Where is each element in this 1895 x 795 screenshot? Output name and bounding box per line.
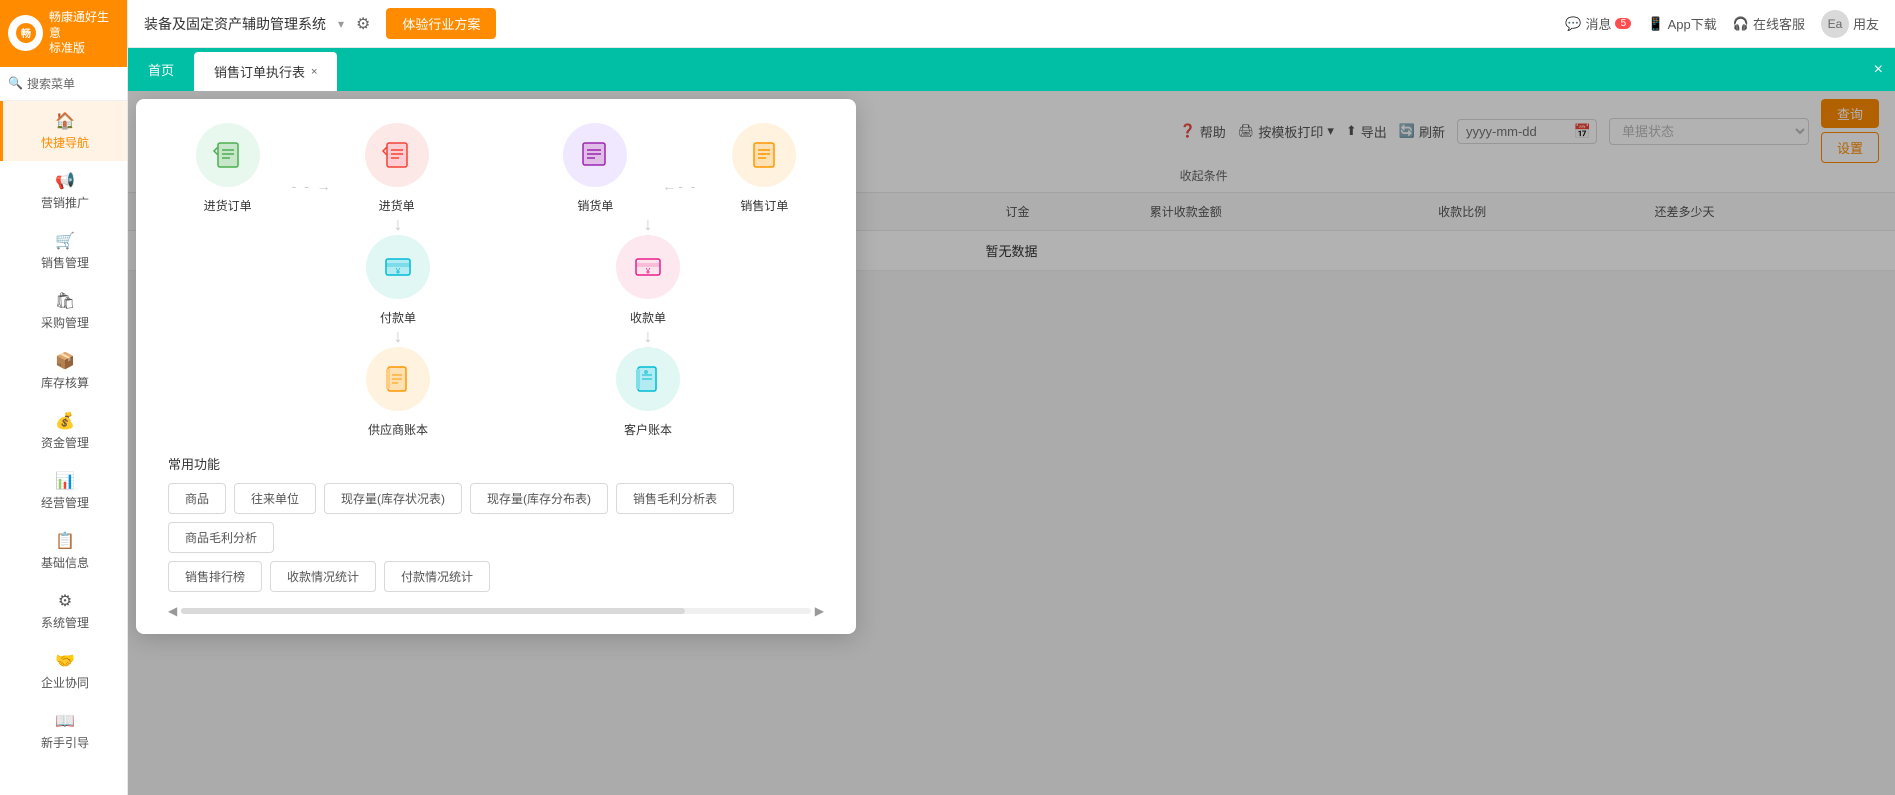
svg-text:¥: ¥ [645,267,651,276]
message-badge: 5 [1615,18,1631,29]
quick-popup: 进货订单 - - → [136,99,856,634]
sidebar-item-sales[interactable]: 🛒 销售管理 [0,221,127,281]
svg-text:¥: ¥ [395,267,401,276]
sales-bill-icon [563,123,627,187]
nav-icon-newbie: 📖 [55,711,75,731]
flow-node-payment[interactable]: ¥ 付款单 [338,235,458,326]
purchase-order-icon [196,123,260,187]
system-title: 装备及固定资产辅助管理系统 [144,14,326,34]
common-functions-section: 常用功能 商品 往来单位 现存量(库存状况表) 现存量(库存分布表) 销售毛利分… [168,454,824,592]
logo-area: 畅 畅康通好生意 标准版 [0,0,127,67]
online-service-button[interactable]: 🎧 在线客服 [1733,14,1805,33]
download-icon: 📱 [1647,16,1663,32]
payment-icon: ¥ [366,235,430,299]
nav-icon-inventory: 📦 [55,351,75,371]
main-content: 装备及固定资产辅助管理系统 ▾ ⚙ 体验行业方案 💬 消息 5 📱 App下载 … [128,0,1895,795]
scroll-right-icon[interactable]: ▶ [815,604,824,618]
common-btn-partners[interactable]: 往来单位 [234,483,316,514]
common-btn-sales-margin[interactable]: 销售毛利分析表 [616,483,734,514]
service-icon: 🎧 [1733,16,1749,32]
header-right: 💬 消息 5 📱 App下载 🎧 在线客服 Ea 用友 [1565,10,1879,38]
sidebar-item-finance[interactable]: 💰 资金管理 [0,401,127,461]
nav-icon-marketing: 📢 [55,171,75,191]
common-functions-title: 常用功能 [168,454,824,473]
user-menu[interactable]: Ea 用友 [1821,10,1879,38]
sidebar-item-operation[interactable]: 📊 经营管理 [0,461,127,521]
customer-ledger-icon [616,347,680,411]
content-area: ❓ 帮助 🖨 按模板打印 ▾ ⬆ 导出 🔄 [128,91,1895,795]
common-btn-goods-margin[interactable]: 商品毛利分析 [168,522,274,553]
svg-text:畅: 畅 [21,27,31,40]
search-icon: 🔍 [8,76,23,90]
message-icon: 💬 [1565,16,1581,32]
dropdown-arrow-icon[interactable]: ▾ [338,17,344,31]
top-header: 装备及固定资产辅助管理系统 ▾ ⚙ 体验行业方案 💬 消息 5 📱 App下载 … [128,0,1895,48]
common-btn-receipt-stats[interactable]: 收款情况统计 [270,561,376,592]
sidebar-item-basic[interactable]: 📋 基础信息 [0,521,127,581]
nav-icon-purchase: 🛍 [55,291,75,311]
nav-icon-system: ⚙ [58,591,72,611]
sidebar-item-system[interactable]: ⚙ 系统管理 [0,581,127,641]
scroll-thumb[interactable] [181,608,685,614]
sidebar-nav: 🏠 快捷导航 📢 营销推广 🛒 销售管理 🛍 采购管理 📦 库存核算 💰 [0,101,127,795]
common-btn-payment-stats[interactable]: 付款情况统计 [384,561,490,592]
user-avatar: Ea [1821,10,1849,38]
sidebar-item-marketing[interactable]: 📢 营销推广 [0,161,127,221]
nav-icon-sales: 🛒 [55,231,75,251]
sidebar: 畅 畅康通好生意 标准版 🔍 搜索菜单 🏠 快捷导航 📢 营销推广 🛒 [0,0,128,795]
search-menu[interactable]: 🔍 搜索菜单 [0,67,127,101]
overlay[interactable]: 进货订单 - - → [128,91,1895,795]
flow-node-receipt[interactable]: ¥ 收款单 [588,235,708,326]
nav-icon-basic: 📋 [55,531,75,551]
common-btn-goods[interactable]: 商品 [168,483,226,514]
flow-node-supplier-ledger[interactable]: 供应商账本 [338,347,458,438]
flow-node-purchase-bill[interactable]: 进货单 [337,123,456,214]
flow-diagram: 进货订单 - - → [168,123,824,438]
nav-icon-quick: 🏠 [55,111,75,131]
flow-node-customer-ledger[interactable]: 客户账本 [588,347,708,438]
logo-icon: 畅 [8,15,43,51]
common-buttons-row-1: 商品 往来单位 现存量(库存状况表) 现存量(库存分布表) 销售毛利分析表 商品… [168,483,824,553]
nav-icon-finance: 💰 [55,411,75,431]
app-download-button[interactable]: 📱 App下载 [1647,14,1716,33]
logo-text: 畅康通好生意 标准版 [49,10,119,57]
scroll-track [181,608,811,614]
common-btn-stock-dist[interactable]: 现存量(库存分布表) [470,483,608,514]
tab-sales-order-exec[interactable]: 销售订单执行表 × [194,52,337,91]
settings-gear-icon[interactable]: ⚙ [356,14,370,34]
receipt-icon: ¥ [616,235,680,299]
tab-close-icon[interactable]: × [311,66,317,78]
sidebar-item-quick-nav[interactable]: 🏠 快捷导航 [0,101,127,161]
tab-home[interactable]: 首页 [128,50,194,89]
tab-bar-close-icon[interactable]: × [1874,61,1883,79]
flow-node-sales-order[interactable]: 销售订单 [705,123,824,214]
nav-icon-operation: 📊 [55,471,75,491]
try-solution-button[interactable]: 体验行业方案 [386,8,496,39]
sidebar-item-newbie[interactable]: 📖 新手引导 [0,701,127,761]
flow-node-sales-bill[interactable]: 销货单 [536,123,655,214]
tab-bar: 首页 销售订单执行表 × × [128,48,1895,91]
supplier-ledger-icon [366,347,430,411]
flow-node-purchase-order[interactable]: 进货订单 [168,123,287,214]
sidebar-item-inventory[interactable]: 📦 库存核算 [0,341,127,401]
purchase-bill-icon [365,123,429,187]
popup-scrollbar: ◀ ▶ [168,604,824,618]
common-btn-sales-rank[interactable]: 销售排行榜 [168,561,262,592]
common-buttons-row-2: 销售排行榜 收款情况统计 付款情况统计 [168,561,824,592]
sales-order-icon [732,123,796,187]
message-button[interactable]: 💬 消息 5 [1565,14,1631,33]
scroll-left-icon[interactable]: ◀ [168,604,177,618]
nav-icon-enterprise: 🤝 [55,651,75,671]
common-btn-stock-status[interactable]: 现存量(库存状况表) [324,483,462,514]
sidebar-item-purchase[interactable]: 🛍 采购管理 [0,281,127,341]
sidebar-item-enterprise[interactable]: 🤝 企业协同 [0,641,127,701]
